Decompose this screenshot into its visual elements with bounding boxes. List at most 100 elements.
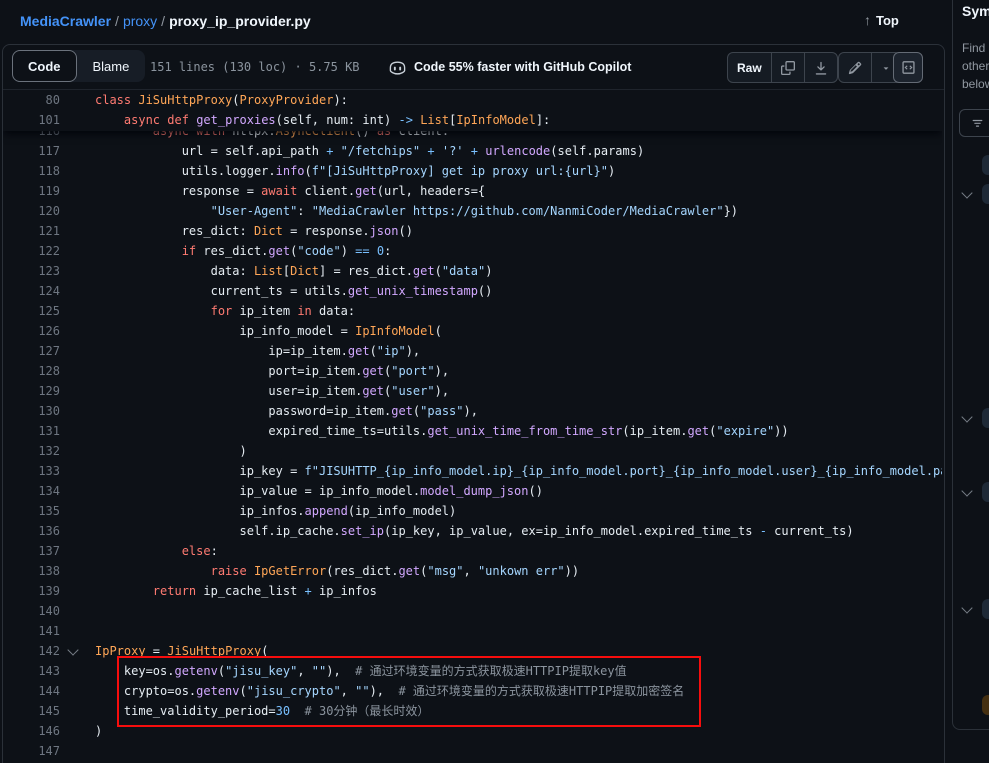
chevron-down-icon[interactable] xyxy=(961,187,972,198)
breadcrumb: MediaCrawler/proxy/proxy_ip_provider.py xyxy=(20,13,311,29)
code-line: 126 ip_info_model = IpInfoModel( xyxy=(3,321,942,341)
tab-blame[interactable]: Blame xyxy=(77,50,146,82)
line-number[interactable]: 120 xyxy=(3,201,60,221)
code-line: 80 class JiSuHttpProxy(ProxyProvider): xyxy=(3,90,942,110)
code-text: "User-Agent": "MediaCrawler https://gith… xyxy=(95,201,738,221)
line-number[interactable]: 138 xyxy=(3,561,60,581)
page-header: MediaCrawler/proxy/proxy_ip_provider.py … xyxy=(0,0,946,44)
code-text: return ip_cache_list + ip_infos xyxy=(95,581,377,601)
github-file-view: MediaCrawler/proxy/proxy_ip_provider.py … xyxy=(0,0,989,763)
line-number[interactable]: 131 xyxy=(3,421,60,441)
code-text: raise IpGetError(res_dict.get("msg", "un… xyxy=(95,561,579,581)
code-line: 147 xyxy=(3,741,942,761)
chevron-down-icon[interactable] xyxy=(961,602,972,613)
code-text: else: xyxy=(95,541,218,561)
code-area: 116 async with httpx.AsyncClient() as cl… xyxy=(3,90,942,763)
line-number[interactable]: 128 xyxy=(3,361,60,381)
line-number[interactable]: 117 xyxy=(3,141,60,161)
symbol-item[interactable] xyxy=(953,482,989,502)
line-number[interactable]: 129 xyxy=(3,381,60,401)
line-number[interactable]: 140 xyxy=(3,601,60,621)
line-number[interactable]: 125 xyxy=(3,301,60,321)
line-number[interactable]: 126 xyxy=(3,321,60,341)
code-line: 101 async def get_proxies(self, num: int… xyxy=(3,110,942,130)
code-text: time_validity_period=30 # 30分钟（最长时效） xyxy=(95,701,429,721)
symbol-item[interactable] xyxy=(953,408,989,428)
symbol-badge xyxy=(982,599,989,619)
line-number[interactable]: 121 xyxy=(3,221,60,241)
file-toolbar: Code Blame 151 lines (130 loc) · 5.75 KB… xyxy=(3,45,944,90)
code-text: user=ip_item.get("user"), xyxy=(95,381,449,401)
line-number[interactable]: 127 xyxy=(3,341,60,361)
symbol-filter-input[interactable] xyxy=(959,109,989,137)
code-text: response = await client.get(url, headers… xyxy=(95,181,485,201)
code-text: ) xyxy=(95,441,247,461)
tab-code[interactable]: Code xyxy=(12,50,77,82)
line-number[interactable]: 137 xyxy=(3,541,60,561)
code-line: 132 ) xyxy=(3,441,942,461)
code-line: 144 crypto=os.getenv("jisu_crypto", ""),… xyxy=(3,681,942,701)
line-number[interactable]: 123 xyxy=(3,261,60,281)
copilot-banner[interactable]: Code 55% faster with GitHub Copilot xyxy=(389,45,631,89)
code-line: 143 key=os.getenv("jisu_key", ""), # 通过环… xyxy=(3,661,942,681)
code-line: 122 if res_dict.get("code") == 0: xyxy=(3,241,942,261)
line-number[interactable]: 134 xyxy=(3,481,60,501)
code-line: 124 current_ts = utils.get_unix_timestam… xyxy=(3,281,942,301)
code-blame-switcher: Code Blame xyxy=(12,50,145,82)
code-line: 135 ip_infos.append(ip_info_model) xyxy=(3,501,942,521)
line-number[interactable]: 80 xyxy=(3,90,60,110)
code-text: data: List[Dict] = res_dict.get("data") xyxy=(95,261,492,281)
line-number[interactable]: 130 xyxy=(3,401,60,421)
line-number[interactable]: 139 xyxy=(3,581,60,601)
fold-chevron-icon[interactable] xyxy=(67,644,78,655)
breadcrumb-repo-link[interactable]: MediaCrawler xyxy=(20,13,111,29)
download-button[interactable] xyxy=(804,53,837,82)
breadcrumb-dir-link[interactable]: proxy xyxy=(123,13,157,29)
line-number[interactable]: 118 xyxy=(3,161,60,181)
code-text: port=ip_item.get("port"), xyxy=(95,361,449,381)
symbol-item[interactable] xyxy=(953,184,989,204)
code-line: 128 port=ip_item.get("port"), xyxy=(3,361,942,381)
line-number[interactable]: 142 xyxy=(3,641,60,661)
code-line: 120 "User-Agent": "MediaCrawler https://… xyxy=(3,201,942,221)
line-number[interactable]: 144 xyxy=(3,681,60,701)
symbol-badge xyxy=(982,155,989,175)
line-number[interactable]: 143 xyxy=(3,661,60,681)
raw-button[interactable]: Raw xyxy=(728,53,771,82)
code-line: 121 res_dict: Dict = response.json() xyxy=(3,221,942,241)
line-number[interactable]: 132 xyxy=(3,441,60,461)
line-number[interactable]: 136 xyxy=(3,521,60,541)
line-number[interactable]: 119 xyxy=(3,181,60,201)
symbols-toggle-button[interactable] xyxy=(893,52,923,83)
code-line: 146) xyxy=(3,721,942,741)
chevron-down-icon[interactable] xyxy=(961,411,972,422)
chevron-down-icon[interactable] xyxy=(961,485,972,496)
code-text: key=os.getenv("jisu_key", ""), # 通过环境变量的… xyxy=(95,661,627,681)
symbol-item[interactable] xyxy=(953,695,989,715)
line-number[interactable]: 101 xyxy=(3,110,60,130)
copy-icon xyxy=(781,61,795,75)
symbol-badge xyxy=(982,695,989,715)
code-text: ) xyxy=(95,721,102,741)
edit-button[interactable] xyxy=(839,53,871,82)
sticky-scope-lines: 80class JiSuHttpProxy(ProxyProvider):101… xyxy=(3,90,942,131)
file-meta: 151 lines (130 loc) · 5.75 KB xyxy=(150,45,360,89)
symbol-item[interactable] xyxy=(953,155,989,175)
line-number[interactable]: 133 xyxy=(3,461,60,481)
code-text: ip_infos.append(ip_info_model) xyxy=(95,501,456,521)
line-number[interactable]: 147 xyxy=(3,741,60,761)
copilot-icon xyxy=(389,59,406,76)
line-number[interactable]: 145 xyxy=(3,701,60,721)
line-number[interactable]: 122 xyxy=(3,241,60,261)
code-text: password=ip_item.get("pass"), xyxy=(95,401,478,421)
line-number[interactable]: 135 xyxy=(3,501,60,521)
symbol-item[interactable] xyxy=(953,599,989,619)
code-text: ip_key = f"JISUHTTP_{ip_info_model.ip}_{… xyxy=(95,461,942,481)
line-number[interactable]: 141 xyxy=(3,621,60,641)
code-text: class JiSuHttpProxy(ProxyProvider): xyxy=(95,90,348,110)
line-number[interactable]: 124 xyxy=(3,281,60,301)
copy-button[interactable] xyxy=(771,53,804,82)
line-number[interactable]: 146 xyxy=(3,721,60,741)
back-to-top-link[interactable]: ↑ Top xyxy=(864,12,899,28)
code-text: ip_info_model = IpInfoModel( xyxy=(95,321,442,341)
